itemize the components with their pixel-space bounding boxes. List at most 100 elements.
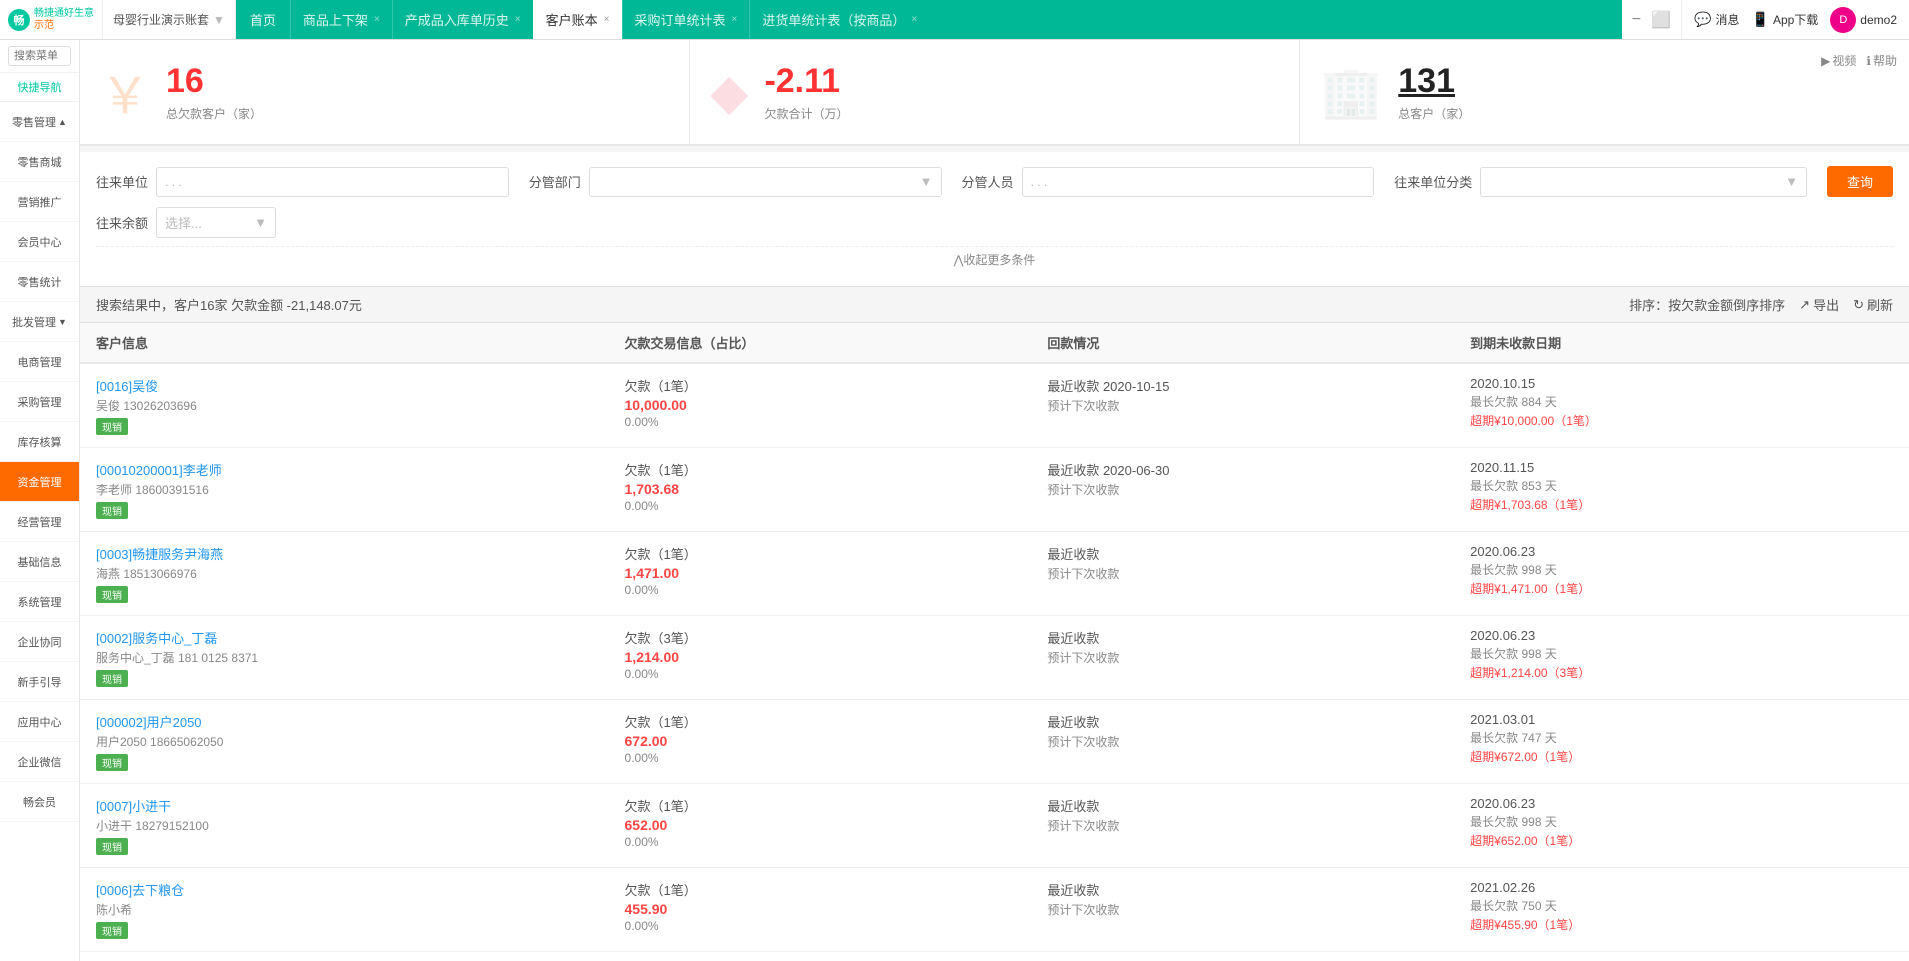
overdue-amount[interactable]: 超期¥672.00（1笔） bbox=[1470, 748, 1893, 765]
person-label: 分管人员 bbox=[962, 172, 1014, 191]
industry-selector[interactable]: 母婴行业演示账套 ▼ bbox=[103, 0, 236, 39]
unit-input[interactable]: ... bbox=[156, 167, 509, 197]
debt-amount: 10,000.00 bbox=[625, 397, 1048, 413]
debt-info-cell: 欠款（1笔） 455.90 0.00% bbox=[625, 880, 1048, 933]
sidebar-item-ecommerce[interactable]: 电商管理 bbox=[0, 342, 79, 382]
stat-value-debt-customers: 16 bbox=[166, 62, 262, 101]
debt-count: 欠款（1笔） bbox=[625, 796, 1048, 815]
tab-close-5[interactable]: × bbox=[911, 14, 917, 25]
sidebar-item-system[interactable]: 系统管理 bbox=[0, 582, 79, 622]
col-header-customer: 客户信息 bbox=[96, 333, 625, 352]
refresh-button[interactable]: ↻ 刷新 bbox=[1853, 295, 1893, 314]
person-input[interactable]: ... bbox=[1022, 167, 1375, 197]
overdue-amount[interactable]: 超期¥652.00（1笔） bbox=[1470, 832, 1893, 849]
recovery-info-cell: 最近收款 2020-10-15 预计下次收款 bbox=[1047, 376, 1470, 414]
sidebar-item-retail-mall[interactable]: 零售商城 bbox=[0, 142, 79, 182]
customer-name-link[interactable]: [00010200001]李老师 bbox=[96, 460, 625, 479]
customer-tag: 现销 bbox=[96, 418, 128, 435]
tab-home[interactable]: 首页 bbox=[236, 0, 290, 39]
last-payment: 最近收款 bbox=[1047, 796, 1470, 815]
tab-customer-account[interactable]: 客户账本 × bbox=[533, 0, 622, 39]
sidebar-item-beginner[interactable]: 新手引导 bbox=[0, 662, 79, 702]
overdue-days: 最长欠款 998 天 bbox=[1470, 813, 1893, 830]
tab-purchase-order[interactable]: 采购订单统计表 × bbox=[622, 0, 750, 39]
overdue-amount[interactable]: 超期¥1,703.68（1笔） bbox=[1470, 496, 1893, 513]
export-button[interactable]: ↗ 导出 bbox=[1799, 295, 1839, 314]
filter-group-category: 往来单位分类 ▼ bbox=[1394, 167, 1807, 197]
due-info-cell: 2021.02.26 最长欠款 750 天 超期¥455.90（1笔） bbox=[1470, 880, 1893, 933]
brand-name: 畅捷通好生意 示范 bbox=[34, 8, 94, 32]
dept-select[interactable]: ▼ bbox=[589, 167, 942, 197]
last-payment: 最近收款 2020-10-15 bbox=[1047, 376, 1470, 395]
debt-amount: 652.00 bbox=[625, 817, 1048, 833]
message-button[interactable]: 💬 消息 bbox=[1694, 11, 1739, 28]
video-action[interactable]: ▶ 视频 bbox=[1821, 52, 1856, 69]
last-payment: 最近收款 bbox=[1047, 712, 1470, 731]
quick-nav[interactable]: 快捷导航 bbox=[0, 73, 79, 102]
balance-select[interactable]: 选择... ▼ bbox=[156, 207, 276, 238]
dept-label: 分管部门 bbox=[529, 172, 581, 191]
overdue-amount[interactable]: 超期¥10,000.00（1笔） bbox=[1470, 412, 1893, 429]
debt-amount: 1,703.68 bbox=[625, 481, 1048, 497]
sidebar-item-wechat[interactable]: 企业微信 bbox=[0, 742, 79, 782]
stat-card-total-customers: 🏢 131 总客户（家） ▶ 视频 ℹ 帮助 bbox=[1300, 40, 1909, 144]
customer-name-link[interactable]: [000002]用户2050 bbox=[96, 712, 625, 731]
sidebar-item-vip[interactable]: 畅会员 bbox=[0, 782, 79, 822]
help-action[interactable]: ℹ 帮助 bbox=[1866, 52, 1897, 69]
tab-products[interactable]: 商品上下架 × bbox=[290, 0, 392, 39]
overdue-days: 最长欠款 747 天 bbox=[1470, 729, 1893, 746]
overdue-amount[interactable]: 超期¥1,214.00（3笔） bbox=[1470, 664, 1893, 681]
due-info-cell: 2020.10.15 最长欠款 884 天 超期¥10,000.00（1笔） bbox=[1470, 376, 1893, 429]
overdue-amount[interactable]: 超期¥455.90（1笔） bbox=[1470, 916, 1893, 933]
app-download-button[interactable]: 📱 App下载 bbox=[1752, 11, 1819, 28]
diamond-icon: ◆ bbox=[710, 63, 748, 121]
sidebar: 快捷导航 零售管理▲ 零售商城 营销推广 会员中心 零售统计 批发管理▼ 电商管… bbox=[0, 40, 80, 961]
tab-close-1[interactable]: × bbox=[374, 14, 380, 25]
customer-name-link[interactable]: [0003]畅捷服务尹海燕 bbox=[96, 544, 625, 563]
customer-name-link[interactable]: [0002]服务中心_丁磊 bbox=[96, 628, 625, 647]
sidebar-item-retail-stats[interactable]: 零售统计 bbox=[0, 262, 79, 302]
recovery-info-cell: 最近收款 预计下次收款 bbox=[1047, 880, 1470, 918]
customer-name-link[interactable]: [0007]小进干 bbox=[96, 796, 625, 815]
sidebar-item-purchase[interactable]: 采购管理 bbox=[0, 382, 79, 422]
balance-label: 往来余额 bbox=[96, 213, 148, 232]
category-select[interactable]: ▼ bbox=[1480, 167, 1807, 197]
tab-close-4[interactable]: × bbox=[732, 14, 738, 25]
debt-info-cell: 欠款（1笔） 1,703.68 0.00% bbox=[625, 460, 1048, 513]
sidebar-item-app-center[interactable]: 应用中心 bbox=[0, 702, 79, 742]
customer-name-link[interactable]: [0006]去下粮仓 bbox=[96, 880, 625, 899]
sidebar-item-retail-mgmt[interactable]: 零售管理▲ bbox=[0, 102, 79, 142]
tab-inbound-stats[interactable]: 进货单统计表（按商品） × bbox=[749, 0, 929, 39]
customer-tag: 现销 bbox=[96, 586, 128, 603]
search-input[interactable] bbox=[8, 46, 71, 66]
due-info-cell: 2020.06.23 最长欠款 998 天 超期¥1,214.00（3笔） bbox=[1470, 628, 1893, 681]
maximize-button[interactable]: ⬜ bbox=[1651, 10, 1671, 30]
overdue-amount[interactable]: 超期¥1,471.00（1笔） bbox=[1470, 580, 1893, 597]
minimize-button[interactable]: − bbox=[1632, 11, 1641, 29]
tab-close-2[interactable]: × bbox=[515, 14, 521, 25]
due-date: 2020.10.15 bbox=[1470, 376, 1893, 391]
sidebar-item-finance[interactable]: 资金管理 bbox=[0, 462, 79, 502]
sort-label[interactable]: 排序：按欠款金额倒序排序 bbox=[1629, 295, 1785, 314]
category-label: 往来单位分类 bbox=[1394, 172, 1472, 191]
debt-ratio: 0.00% bbox=[625, 499, 1048, 513]
next-payment: 预计下次收款 bbox=[1047, 397, 1470, 414]
tab-production[interactable]: 产成品入库单历史 × bbox=[392, 0, 533, 39]
search-button[interactable]: 查询 bbox=[1827, 166, 1893, 197]
sidebar-item-basic-info[interactable]: 基础信息 bbox=[0, 542, 79, 582]
sidebar-item-inventory[interactable]: 库存核算 bbox=[0, 422, 79, 462]
sidebar-item-wholesale[interactable]: 批发管理▼ bbox=[0, 302, 79, 342]
tab-close-3[interactable]: × bbox=[604, 14, 610, 25]
collapse-button[interactable]: ⋀ 收起更多条件 bbox=[96, 246, 1893, 272]
sidebar-item-marketing[interactable]: 营销推广 bbox=[0, 182, 79, 222]
table-row: [0006]去下粮仓 陈小希 现销 欠款（1笔） 455.90 0.00% 最近… bbox=[80, 868, 1909, 952]
customer-name-link[interactable]: [0016]吴俊 bbox=[96, 376, 625, 395]
debt-info-cell: 欠款（1笔） 672.00 0.00% bbox=[625, 712, 1048, 765]
debt-amount: 455.90 bbox=[625, 901, 1048, 917]
sidebar-item-enterprise[interactable]: 企业协同 bbox=[0, 622, 79, 662]
due-info-cell: 2021.03.01 最长欠款 747 天 超期¥672.00（1笔） bbox=[1470, 712, 1893, 765]
sidebar-item-member[interactable]: 会员中心 bbox=[0, 222, 79, 262]
sidebar-item-operation[interactable]: 经营管理 bbox=[0, 502, 79, 542]
sidebar-search-area bbox=[0, 40, 79, 73]
user-profile[interactable]: D demo2 bbox=[1830, 7, 1897, 33]
